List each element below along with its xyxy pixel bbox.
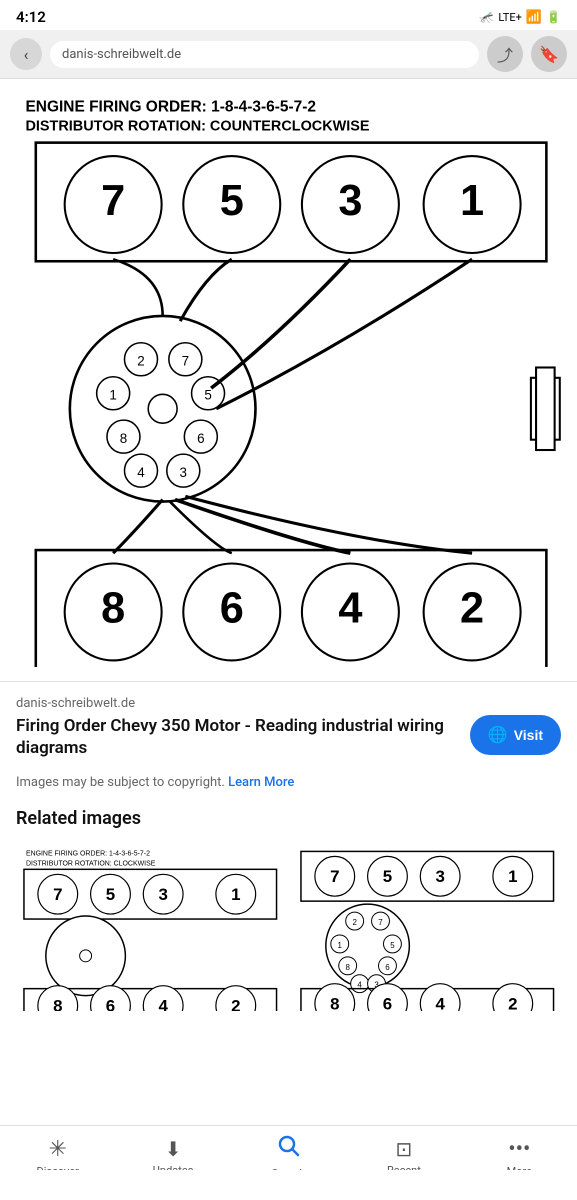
svg-text:6: 6 [220, 584, 244, 632]
svg-text:5: 5 [204, 387, 211, 402]
related-images-grid: ENGINE FIRING ORDER: 1-4-3-6-5-7-2 DISTR… [16, 841, 561, 1011]
network-icon: 🦟 [479, 10, 494, 24]
svg-text:3: 3 [180, 465, 187, 480]
source-title: Firing Order Chevy 350 Motor - Reading i… [16, 715, 460, 759]
bookmark-button[interactable]: 🔖 [531, 36, 567, 72]
battery-icon: 🔋 [546, 10, 561, 24]
updates-icon: ⬇︎ [165, 1137, 182, 1161]
svg-text:6: 6 [106, 996, 115, 1010]
svg-text:8: 8 [120, 431, 127, 446]
related-image-1[interactable]: ENGINE FIRING ORDER: 1-4-3-6-5-7-2 DISTR… [16, 841, 285, 1011]
status-bar: 4:12 🦟 LTE+ 📶 🔋 [0, 0, 577, 30]
svg-text:4: 4 [338, 584, 362, 632]
main-image-container: ENGINE FIRING ORDER: 1-8-4-3-6-5-7-2 DIS… [0, 79, 577, 682]
system-handle-bar [0, 1170, 577, 1200]
discover-icon: ✳ [48, 1137, 66, 1162]
svg-text:8: 8 [345, 963, 350, 972]
svg-text:7: 7 [378, 918, 383, 927]
svg-text:5: 5 [106, 885, 115, 904]
svg-text:2: 2 [137, 353, 144, 368]
svg-text:1: 1 [337, 941, 342, 950]
source-domain: danis-schreibwelt.de [16, 696, 561, 711]
svg-text:6: 6 [382, 994, 391, 1010]
svg-text:8: 8 [330, 994, 339, 1010]
url-text: danis-schreibwelt.de [62, 47, 181, 62]
recent-icon: ⊡ [396, 1137, 413, 1161]
diagram-image: ENGINE FIRING ORDER: 1-8-4-3-6-5-7-2 DIS… [0, 79, 577, 681]
svg-text:7: 7 [53, 885, 62, 904]
svg-text:ENGINE FIRING ORDER: 1-4-3-6-5: ENGINE FIRING ORDER: 1-4-3-6-5-7-2 [26, 850, 150, 857]
copyright-notice: Images may be subject to copyright. [16, 775, 225, 790]
status-icons: 🦟 LTE+ 📶 🔋 [479, 10, 561, 25]
svg-text:7: 7 [330, 867, 339, 886]
svg-text:DISTRIBUTOR ROTATION: COUNTERC: DISTRIBUTOR ROTATION: COUNTERCLOCKWISE [25, 118, 369, 134]
svg-text:3: 3 [338, 177, 362, 225]
browser-bar: ‹ danis-schreibwelt.de ⤴ 🔖 [0, 30, 577, 79]
svg-text:8: 8 [53, 996, 62, 1010]
visit-label: Visit [514, 727, 543, 743]
svg-text:1: 1 [231, 885, 240, 904]
globe-icon: 🌐 [488, 725, 508, 745]
related-image-2[interactable]: 7 5 3 1 2 7 1 5 [293, 841, 562, 1011]
svg-text:5: 5 [220, 177, 244, 225]
status-time: 4:12 [16, 8, 46, 26]
signal-text: LTE+ [498, 11, 522, 24]
svg-text:4: 4 [137, 465, 145, 480]
svg-text:7: 7 [101, 177, 125, 225]
svg-text:5: 5 [382, 867, 391, 886]
share-button[interactable]: ⤴ [487, 36, 523, 72]
source-info: danis-schreibwelt.de Firing Order Chevy … [0, 682, 577, 796]
svg-text:1: 1 [109, 387, 116, 402]
svg-text:2: 2 [231, 996, 240, 1010]
svg-text:2: 2 [508, 994, 517, 1010]
related-images-title: Related images [16, 808, 561, 829]
learn-more-link[interactable]: Learn More [228, 775, 294, 790]
search-icon [277, 1134, 301, 1164]
svg-text:ENGINE FIRING ORDER: 1-8-4-3-6: ENGINE FIRING ORDER: 1-8-4-3-6-5-7-2 [25, 99, 316, 116]
svg-text:5: 5 [390, 941, 395, 950]
visit-button[interactable]: 🌐 Visit [470, 715, 561, 755]
svg-text:2: 2 [352, 918, 357, 927]
svg-text:1: 1 [508, 867, 517, 886]
url-bar[interactable]: danis-schreibwelt.de [50, 41, 479, 68]
svg-text:8: 8 [101, 584, 125, 632]
wifi-icon: 📶 [526, 10, 542, 25]
svg-text:4: 4 [158, 996, 168, 1010]
more-icon: ••• [508, 1137, 530, 1162]
related-section: Related images ENGINE FIRING ORDER: 1-4-… [0, 796, 577, 1019]
svg-text:6: 6 [197, 431, 204, 446]
svg-text:1: 1 [460, 177, 484, 225]
source-title-row: Firing Order Chevy 350 Motor - Reading i… [16, 715, 561, 767]
svg-text:2: 2 [460, 584, 484, 632]
svg-text:4: 4 [435, 994, 445, 1010]
svg-text:DISTRIBUTOR ROTATION: CLOCKWIS: DISTRIBUTOR ROTATION: CLOCKWISE [26, 860, 156, 867]
copyright-text: Images may be subject to copyright. Lear… [16, 775, 561, 790]
svg-text:6: 6 [385, 963, 390, 972]
back-button[interactable]: ‹ [10, 38, 42, 70]
svg-text:3: 3 [158, 885, 167, 904]
svg-text:3: 3 [435, 867, 444, 886]
svg-text:7: 7 [182, 353, 189, 368]
